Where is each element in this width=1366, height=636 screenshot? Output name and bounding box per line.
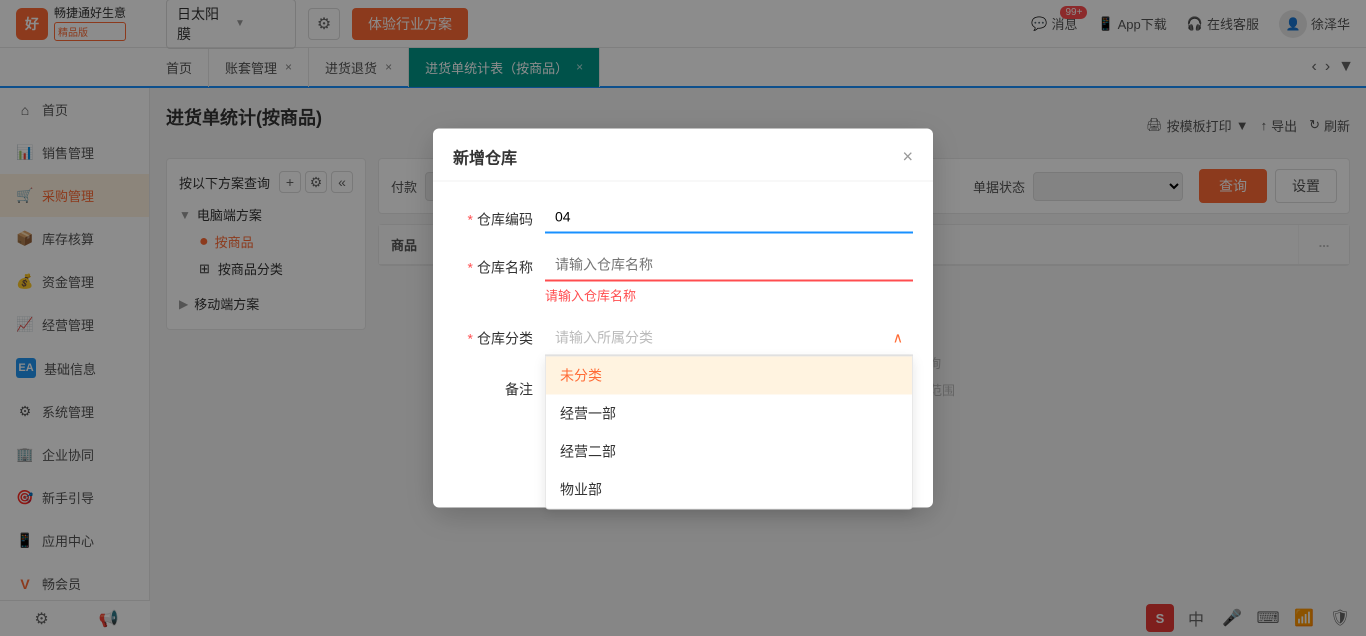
note-label: 备注 [453,372,533,400]
warehouse-code-field [545,202,913,234]
warehouse-name-label: *仓库名称 [453,250,533,278]
warehouse-name-error: 请输入仓库名称 [545,286,913,305]
dropdown-item-none[interactable]: 未分类 [546,357,912,395]
warehouse-code-input[interactable] [545,202,913,234]
dialog-header: 新增仓库 × [433,129,933,182]
warehouse-name-input[interactable] [545,250,913,282]
dialog-close-btn[interactable]: × [902,146,913,167]
warehouse-name-field: 请输入仓库名称 [545,250,913,305]
dropdown-up-arrow: ∧ [893,329,903,346]
required-star-name: * [468,260,473,276]
warehouse-type-dropdown: 请输入所属分类 ∧ 未分类 经营一部 经营二部 物业部 [545,321,913,356]
warehouse-code-row: *仓库编码 [453,202,913,234]
required-star-code: * [468,212,473,228]
warehouse-type-row: *仓库分类 请输入所属分类 ∧ 未分类 经营一部 经营二部 物业部 [453,321,913,356]
dialog-title: 新增仓库 [453,145,517,169]
dropdown-item-dept2[interactable]: 经营二部 [546,433,912,471]
dialog-body: *仓库编码 *仓库名称 请输入仓库名称 *仓库分类 请输入所属分类 [433,182,933,440]
warehouse-type-trigger[interactable]: 请输入所属分类 ∧ [545,321,913,356]
warehouse-name-row: *仓库名称 请输入仓库名称 [453,250,913,305]
required-star-type: * [468,331,473,347]
warehouse-type-list: 未分类 经营一部 经营二部 物业部 [545,356,913,510]
dropdown-item-dept1[interactable]: 经营一部 [546,395,912,433]
new-warehouse-dialog: 新增仓库 × *仓库编码 *仓库名称 请输入仓库名称 *仓库分类 [433,129,933,508]
dropdown-item-dept3[interactable]: 物业部 [546,471,912,509]
warehouse-type-placeholder: 请输入所属分类 [555,328,653,348]
warehouse-code-label: *仓库编码 [453,202,533,230]
warehouse-type-label: *仓库分类 [453,321,533,349]
